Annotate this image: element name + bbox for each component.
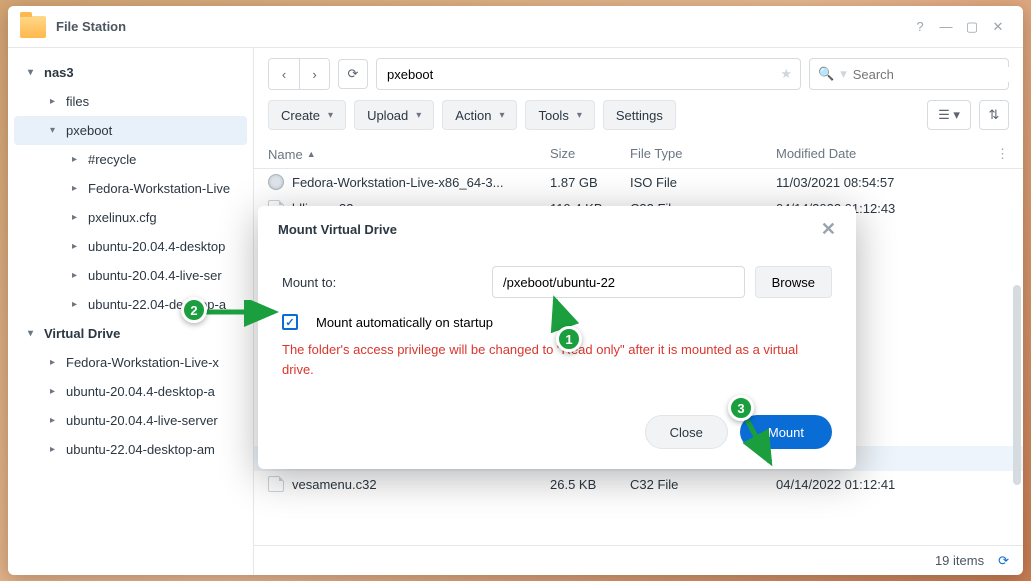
file-date: 11/03/2021 08:54:57 — [776, 175, 989, 190]
tools-button[interactable]: Tools — [525, 100, 594, 130]
sidebar-item-ubuntu-desktop[interactable]: ▸ubuntu-20.04.4-desktop — [14, 232, 247, 261]
file-type: ISO File — [630, 175, 776, 190]
table-row[interactable]: Fedora-Workstation-Live-x86_64-3... 1.87… — [254, 169, 1023, 195]
sidebar-item-ubuntu22[interactable]: ▸ubuntu-22.04-desktop-a — [14, 290, 247, 319]
status-bar: 19 items ⟳ — [254, 545, 1023, 575]
mount-to-input[interactable] — [492, 266, 745, 298]
auto-mount-checkbox[interactable]: ✓ — [282, 314, 298, 330]
file-size: 1.87 GB — [550, 175, 630, 190]
action-button[interactable]: Action — [442, 100, 517, 130]
iso-file-icon — [268, 174, 284, 190]
auto-mount-label: Mount automatically on startup — [316, 315, 493, 330]
create-button[interactable]: Create — [268, 100, 346, 130]
mount-to-label: Mount to: — [282, 275, 482, 290]
col-size[interactable]: Size — [550, 146, 630, 162]
file-type: C32 File — [630, 477, 776, 492]
file-name: vesamenu.c32 — [292, 477, 377, 492]
col-name[interactable]: Name ▲ — [268, 146, 550, 162]
file-name: Fedora-Workstation-Live-x86_64-3... — [292, 175, 503, 190]
mount-button[interactable]: Mount — [740, 415, 832, 449]
col-type[interactable]: File Type — [630, 146, 776, 162]
mount-virtual-drive-dialog: Mount Virtual Drive ✕ Mount to: Browse ✓… — [258, 206, 856, 469]
titlebar: File Station ? — ▢ ✕ — [8, 6, 1023, 48]
settings-button[interactable]: Settings — [603, 100, 676, 130]
col-date[interactable]: Modified Date — [776, 146, 989, 162]
nav-forward-button[interactable]: › — [299, 59, 329, 89]
sidebar-item-recycle[interactable]: ▸#recycle — [14, 145, 247, 174]
table-row[interactable]: vesamenu.c32 26.5 KB C32 File 04/14/2022… — [254, 471, 1023, 497]
col-menu-icon[interactable]: ⋮ — [989, 146, 1009, 162]
sidebar-item-pxelinux[interactable]: ▸pxelinux.cfg — [14, 203, 247, 232]
app-icon — [20, 16, 46, 38]
doc-file-icon — [268, 476, 284, 492]
browse-button[interactable]: Browse — [755, 266, 832, 298]
minimize-icon[interactable]: — — [933, 14, 959, 40]
warning-text: The folder's access privilege will be ch… — [282, 340, 832, 379]
refresh-button[interactable]: ⟳ — [338, 59, 368, 89]
sort-asc-icon: ▲ — [307, 149, 316, 159]
dialog-title: Mount Virtual Drive — [278, 222, 397, 237]
sidebar-item-fedora[interactable]: ▸Fedora-Workstation-Live — [14, 174, 247, 203]
search-icon: 🔍 — [818, 66, 834, 82]
maximize-icon[interactable]: ▢ — [959, 14, 985, 40]
sidebar-item-pxeboot[interactable]: ▾pxeboot — [14, 116, 247, 145]
help-icon[interactable]: ? — [907, 14, 933, 40]
tree-root-nas3[interactable]: ▾nas3 — [14, 58, 247, 87]
file-date: 04/14/2022 01:12:41 — [776, 477, 989, 492]
nav-back-button[interactable]: ‹ — [269, 59, 299, 89]
sidebar-vitem-2[interactable]: ▸ubuntu-20.04.4-live-server — [14, 406, 247, 435]
window-title: File Station — [56, 19, 907, 34]
search-input[interactable] — [853, 67, 1023, 82]
item-count: 19 items — [935, 553, 984, 568]
action-toolbar: Create Upload Action Tools Settings ☰ ▾ … — [254, 100, 1023, 140]
nav-toolbar: ‹ › ⟳ pxeboot ★ 🔍 ▾ — [254, 48, 1023, 100]
tree-root-virtual[interactable]: ▾Virtual Drive — [14, 319, 247, 348]
sort-button[interactable]: ⇅ — [979, 100, 1009, 130]
status-refresh-icon[interactable]: ⟳ — [998, 553, 1009, 569]
sidebar-vitem-1[interactable]: ▸ubuntu-20.04.4-desktop-a — [14, 377, 247, 406]
search-box[interactable]: 🔍 ▾ — [809, 58, 1009, 90]
upload-button[interactable]: Upload — [354, 100, 434, 130]
file-size: 26.5 KB — [550, 477, 630, 492]
table-header: Name ▲ Size File Type Modified Date ⋮ — [254, 140, 1023, 169]
star-icon[interactable]: ★ — [780, 66, 792, 82]
sidebar-item-files[interactable]: ▸files — [14, 87, 247, 116]
scrollbar-thumb[interactable] — [1013, 285, 1021, 485]
dialog-close-icon[interactable]: ✕ — [821, 219, 836, 240]
sidebar: ▾nas3 ▸files ▾pxeboot ▸#recycle ▸Fedora-… — [8, 48, 254, 575]
path-input[interactable]: pxeboot ★ — [376, 58, 801, 90]
sidebar-vitem-3[interactable]: ▸ubuntu-22.04-desktop-am — [14, 435, 247, 464]
sidebar-vitem-0[interactable]: ▸Fedora-Workstation-Live-x — [14, 348, 247, 377]
close-button[interactable]: Close — [645, 415, 728, 449]
sidebar-item-ubuntu-live[interactable]: ▸ubuntu-20.04.4-live-ser — [14, 261, 247, 290]
view-mode-button[interactable]: ☰ ▾ — [927, 100, 971, 130]
path-text: pxeboot — [387, 67, 433, 82]
close-icon[interactable]: ✕ — [985, 14, 1011, 40]
